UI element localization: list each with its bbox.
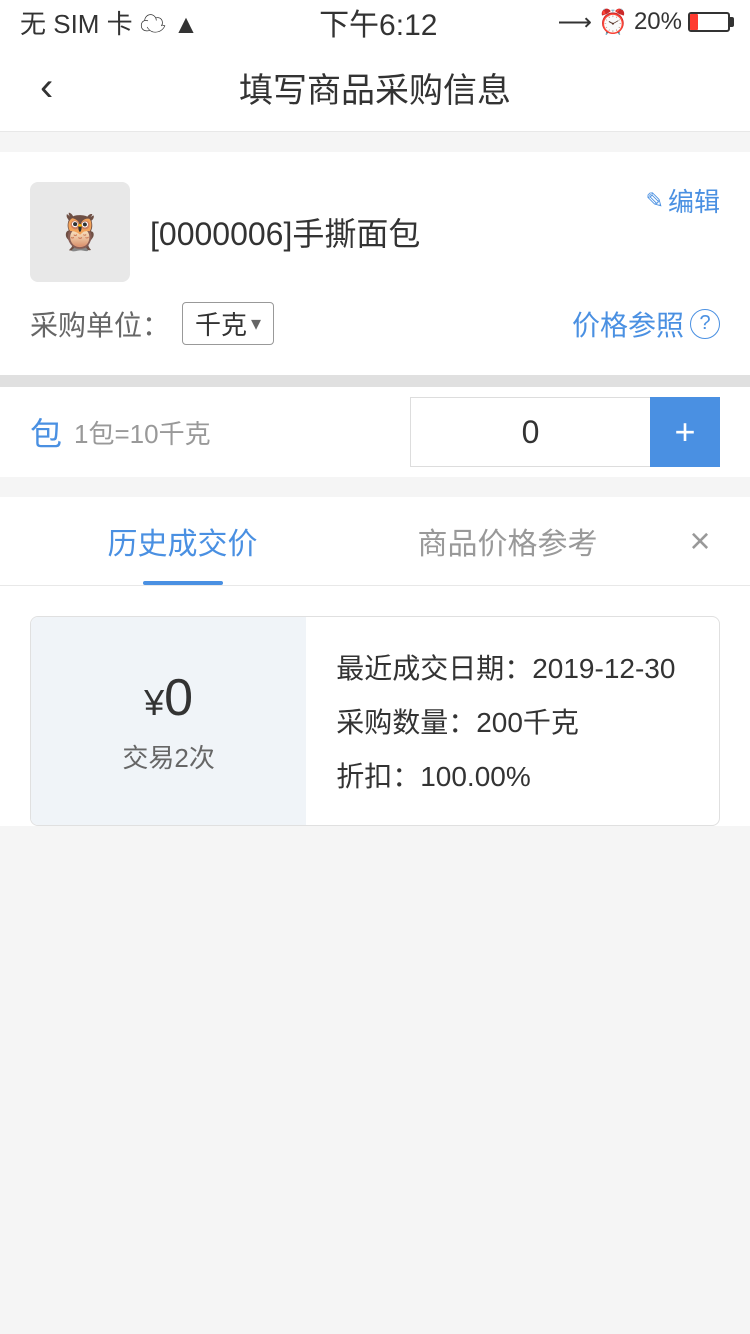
quantity-label: 包 1包=10千克 <box>30 409 211 455</box>
product-card: 🦉 [0000006]手撕面包 ✎ 编辑 采购单位： 千克 ▾ 价格参照 ? <box>0 152 750 375</box>
edit-icon: ✎ <box>646 188 664 214</box>
quantity-row: 包 1包=10千克 0 + <box>0 387 750 477</box>
unit-select[interactable]: 千克 ▾ <box>182 302 274 345</box>
unit-label: 采购单位： <box>30 304 170 344</box>
quantity-input[interactable]: 0 <box>410 397 650 467</box>
unit-left: 采购单位： 千克 ▾ <box>30 302 274 345</box>
history-price-value: ¥0 <box>144 668 193 728</box>
price-reference-button[interactable]: 价格参照 ? <box>572 304 720 344</box>
tab-history[interactable]: 历史成交价 <box>20 497 345 585</box>
dropdown-arrow-icon: ▾ <box>251 311 261 336</box>
alarm-icon: ⏰ <box>598 8 628 37</box>
tabs-row: 历史成交价 商品价格参考 × <box>0 497 750 586</box>
history-recent-date: 最近成交日期：2019-12-30 <box>336 647 689 687</box>
location-icon: ⟶ <box>558 8 592 37</box>
product-unit-row: 采购单位： 千克 ▾ 价格参照 ? <box>30 302 720 345</box>
product-header: 🦉 [0000006]手撕面包 ✎ 编辑 <box>30 182 720 282</box>
currency-symbol: ¥ <box>144 682 164 723</box>
status-right: ⟶ ⏰ 20% <box>558 8 730 37</box>
tab-close-button[interactable]: × <box>670 497 730 585</box>
quantity-unit-char: 包 <box>30 409 62 455</box>
edit-link[interactable]: ✎ 编辑 <box>646 182 720 219</box>
history-price-section: ¥0 交易2次 <box>31 617 306 825</box>
status-time: 下午6:12 <box>319 0 437 44</box>
page-title: 填写商品采购信息 <box>239 63 511 112</box>
quantity-unit-desc: 1包=10千克 <box>74 414 211 451</box>
history-trade-count: 交易2次 <box>122 738 214 775</box>
product-left: 🦉 [0000006]手撕面包 <box>30 182 420 282</box>
status-signal: 无 SIM 卡 ☁ ▲ <box>20 4 199 41</box>
product-name: [0000006]手撕面包 <box>150 209 420 255</box>
history-discount: 折扣：100.00% <box>336 755 689 795</box>
quantity-plus-button[interactable]: + <box>650 397 720 467</box>
history-quantity: 采购数量：200千克 <box>336 701 689 741</box>
battery-percent: 20% <box>634 8 682 36</box>
tab-underline <box>143 581 223 585</box>
quantity-input-group: 0 + <box>410 397 720 467</box>
battery-icon <box>688 12 730 32</box>
nav-bar: ‹ 填写商品采购信息 <box>0 44 750 132</box>
bottom-panel: 历史成交价 商品价格参考 × ¥0 交易2次 最近成交日期：2019-12-30… <box>0 497 750 826</box>
product-thumbnail: 🦉 <box>30 182 130 282</box>
status-bar: 无 SIM 卡 ☁ ▲ 下午6:12 ⟶ ⏰ 20% <box>0 0 750 44</box>
history-card: ¥0 交易2次 最近成交日期：2019-12-30 采购数量：200千克 折扣：… <box>30 616 720 826</box>
tab-price-ref[interactable]: 商品价格参考 <box>345 497 670 585</box>
product-image: 🦉 <box>58 211 103 253</box>
help-icon: ? <box>690 309 720 339</box>
history-details-section: 最近成交日期：2019-12-30 采购数量：200千克 折扣：100.00% <box>306 617 719 825</box>
back-button[interactable]: ‹ <box>30 55 63 120</box>
section-divider <box>0 375 750 387</box>
